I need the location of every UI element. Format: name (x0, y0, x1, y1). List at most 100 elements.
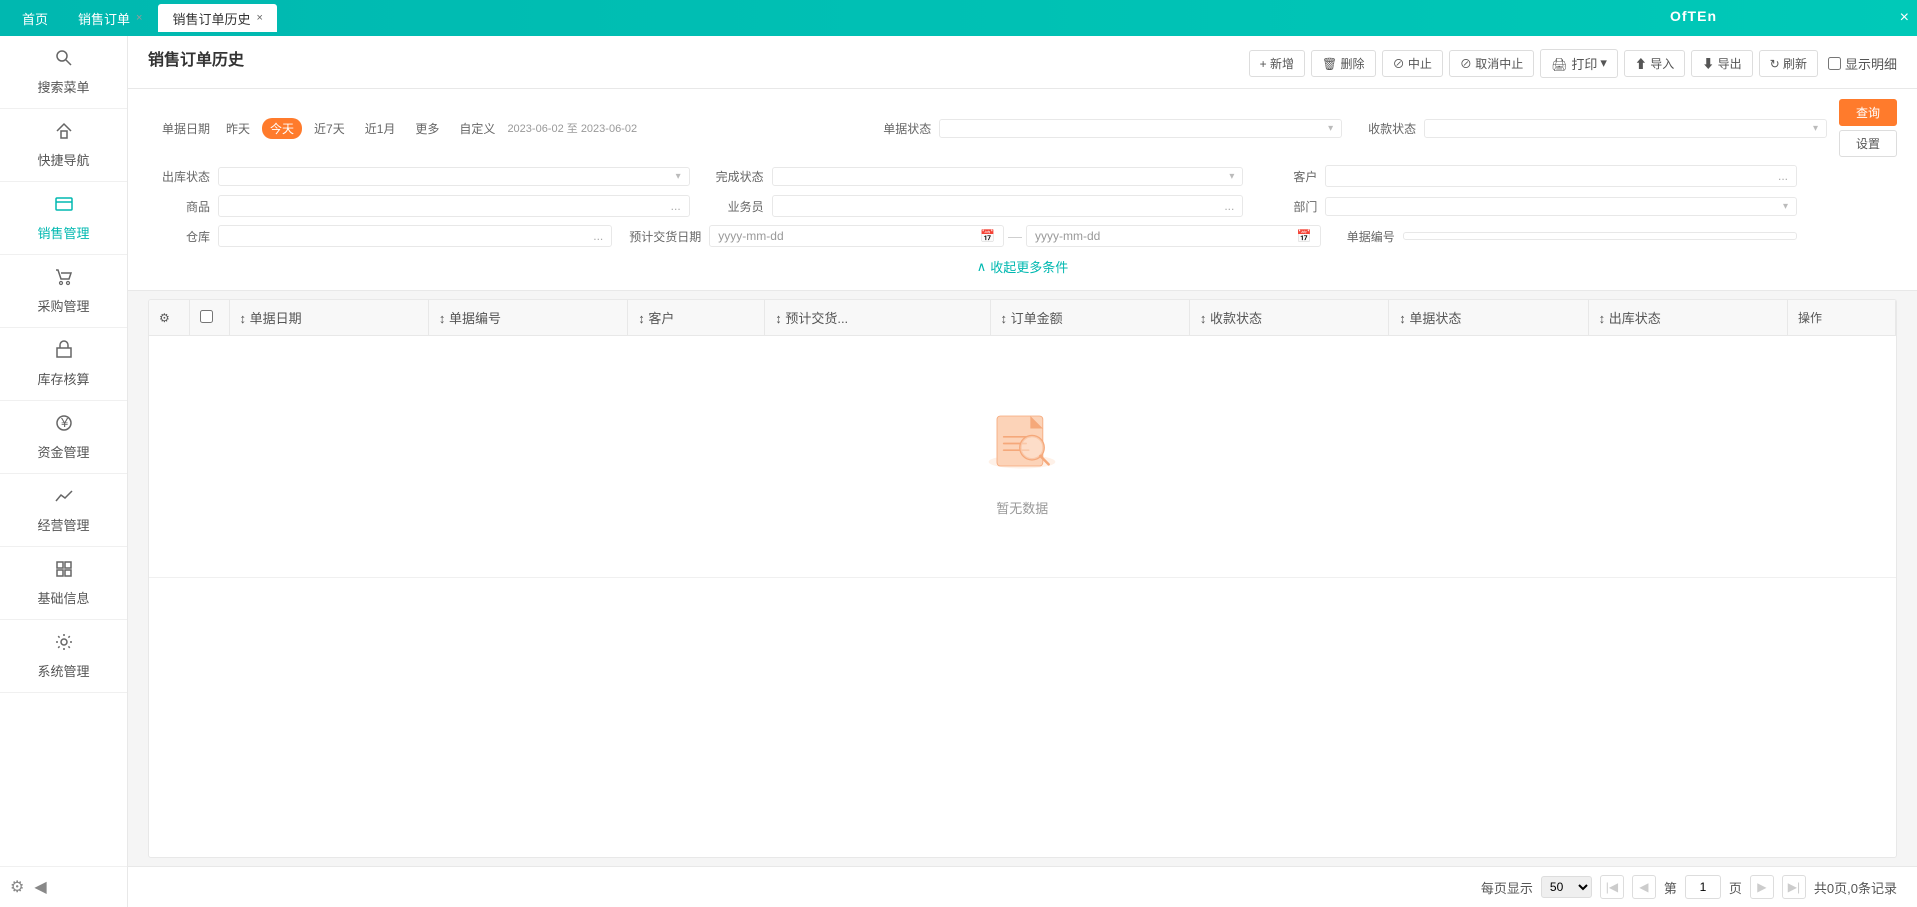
department-arrow: ▾ (1783, 201, 1788, 212)
brand-text: OfTEn (1670, 8, 1717, 24)
th-payment-status-label: ↕ 收款状态 (1200, 311, 1262, 326)
expected-delivery-start[interactable]: yyyy-mm-dd 📅 (709, 225, 1004, 247)
sidebar-item-basic[interactable]: 基础信息 (0, 547, 127, 620)
tab-sales-order-history[interactable]: 销售订单历史 × (158, 4, 276, 32)
bill-number-control[interactable] (1403, 232, 1797, 240)
date-btn-custom[interactable]: 自定义 (451, 118, 503, 139)
salesperson-control[interactable]: ... (772, 195, 1244, 217)
tab-sales-order-history-close[interactable]: × (256, 12, 262, 24)
th-bill-status-label: ↕ 单据状态 (1399, 311, 1461, 326)
print-button[interactable]: 🖨 打印 ▾ (1540, 49, 1618, 78)
sidebar-item-finance[interactable]: ¥ 资金管理 (0, 401, 127, 474)
collapse-conditions[interactable]: ∧ 收起更多条件 (148, 253, 1897, 280)
date-btn-1month[interactable]: 近1月 (357, 118, 404, 139)
display-detail-input[interactable] (1828, 57, 1841, 70)
filter-area: 单据日期 昨天 今天 近7天 近1月 更多 自定义 2023-06-02 至 2… (128, 89, 1917, 291)
bill-status-label: 单据状态 (869, 120, 939, 137)
collapse-up-icon: ∧ (977, 259, 987, 275)
stop-button[interactable]: ⊘ 中止 (1382, 50, 1443, 77)
tab-sales-order-close[interactable]: × (136, 12, 142, 24)
export-button[interactable]: ⬇ 导出 (1691, 50, 1752, 77)
th-checkbox[interactable] (189, 300, 229, 336)
sidebar-item-system[interactable]: 系统管理 (0, 620, 127, 693)
th-expected-delivery-label: ↕ 预计交货... (775, 311, 848, 326)
salesperson-dots[interactable]: ... (1224, 199, 1234, 213)
quick-nav-icon (54, 121, 74, 146)
display-detail-checkbox[interactable]: 显示明细 (1828, 54, 1897, 73)
query-button[interactable]: 查询 (1839, 99, 1897, 126)
calendar-start-icon[interactable]: 📅 (980, 229, 995, 243)
tab-home[interactable]: 首页 (8, 4, 62, 32)
sidebar-item-search-label: 搜索菜单 (37, 77, 89, 96)
sidebar-bottom: ⚙ ◀ (0, 866, 127, 907)
sidebar-item-quick-nav[interactable]: 快捷导航 (0, 109, 127, 182)
sidebar-item-quick-nav-label: 快捷导航 (37, 150, 89, 169)
sidebar-item-purchase[interactable]: 采购管理 (0, 255, 127, 328)
sidebar-item-system-label: 系统管理 (37, 661, 89, 680)
topbar: 首页 销售订单 × 销售订单历史 × OfTEn × (0, 0, 1917, 36)
bill-status-control[interactable]: ▾ (939, 119, 1342, 138)
calendar-end-icon[interactable]: 📅 (1297, 229, 1312, 243)
tab-sales-order[interactable]: 销售订单 × (64, 4, 156, 32)
per-page-select[interactable]: 10 20 50 100 (1541, 876, 1592, 898)
goods-control[interactable]: ... (218, 195, 690, 217)
payment-status-label: 收款状态 (1354, 120, 1424, 137)
warehouse-control[interactable]: ... (218, 225, 612, 247)
import-button[interactable]: ⬆ 导入 (1624, 50, 1685, 77)
warehouse-dots[interactable]: ... (593, 229, 603, 243)
next-page-btn[interactable]: ▶ (1750, 875, 1774, 899)
delete-button[interactable]: 🗑 删除 (1311, 50, 1376, 77)
date-btn-7days[interactable]: 近7天 (306, 118, 353, 139)
th-outbound-status[interactable]: ↕ 出库状态 (1588, 300, 1787, 336)
customer-control[interactable]: ... (1325, 165, 1797, 187)
date-btn-more[interactable]: 更多 (407, 118, 447, 139)
th-bill-date[interactable]: ↕ 单据日期 (229, 300, 428, 336)
select-all-checkbox[interactable] (200, 310, 213, 323)
page-input[interactable] (1685, 875, 1721, 899)
sidebar-item-operations-label: 经营管理 (37, 515, 89, 534)
cancel-stop-button[interactable]: ⊘ 取消中止 (1449, 50, 1534, 77)
refresh-button[interactable]: ↻ 刷新 (1759, 50, 1818, 77)
sidebar-item-operations[interactable]: 经营管理 (0, 474, 127, 547)
payment-status-control[interactable]: ▾ (1424, 119, 1827, 138)
expected-delivery-end[interactable]: yyyy-mm-dd 📅 (1026, 225, 1321, 247)
tab-home-label: 首页 (22, 9, 48, 28)
completion-status-label: 完成状态 (702, 168, 772, 185)
topbar-close-btn[interactable]: × (1900, 9, 1909, 27)
sidebar-item-sales[interactable]: 销售管理 (0, 182, 127, 255)
th-bill-status[interactable]: ↕ 单据状态 (1389, 300, 1588, 336)
th-expected-delivery[interactable]: ↕ 预计交货... (765, 300, 990, 336)
th-bill-number[interactable]: ↕ 单据编号 (428, 300, 627, 336)
finance-icon: ¥ (54, 413, 74, 438)
new-button[interactable]: + 新增 (1249, 50, 1305, 77)
last-page-btn[interactable]: ▶| (1782, 875, 1806, 899)
department-control[interactable]: ▾ (1325, 197, 1797, 216)
sidebar-settings-btn[interactable]: ⚙ (10, 877, 24, 897)
purchase-icon (54, 267, 74, 292)
th-settings[interactable]: ⚙ (149, 300, 189, 336)
sidebar-item-search[interactable]: 搜索菜单 (0, 36, 127, 109)
first-page-btn[interactable]: |◀ (1600, 875, 1624, 899)
settings-button[interactable]: 设置 (1839, 130, 1897, 157)
payment-status-arrow: ▾ (1813, 123, 1818, 134)
completion-status-arrow: ▾ (1229, 171, 1234, 182)
date-separator: — (1004, 228, 1026, 244)
th-customer[interactable]: ↕ 客户 (628, 300, 765, 336)
date-btn-yesterday[interactable]: 昨天 (218, 118, 258, 139)
page-label: 页 (1729, 878, 1742, 897)
th-payment-status[interactable]: ↕ 收款状态 (1189, 300, 1388, 336)
empty-state-cell: 暂无数据 (149, 336, 1896, 578)
th-order-amount-label: ↕ 订单金额 (1001, 311, 1063, 326)
pagination: 每页显示 10 20 50 100 |◀ ◀ 第 页 ▶ ▶| 共0页,0条记录 (128, 866, 1917, 907)
completion-status-control[interactable]: ▾ (772, 167, 1244, 186)
th-action: 操作 (1787, 300, 1895, 336)
goods-dots[interactable]: ... (671, 199, 681, 213)
sidebar-collapse-btn[interactable]: ◀ (34, 877, 46, 897)
prev-page-btn[interactable]: ◀ (1632, 875, 1656, 899)
outbound-status-control[interactable]: ▾ (218, 167, 690, 186)
customer-dots[interactable]: ... (1778, 169, 1788, 183)
sidebar-item-inventory[interactable]: 库存核算 (0, 328, 127, 401)
th-order-amount[interactable]: ↕ 订单金额 (990, 300, 1189, 336)
date-btn-today[interactable]: 今天 (262, 118, 302, 139)
data-table-area: ⚙ ↕ 单据日期 ↕ 单据编号 ↕ 客户 ↕ 预计交货... (148, 299, 1897, 858)
